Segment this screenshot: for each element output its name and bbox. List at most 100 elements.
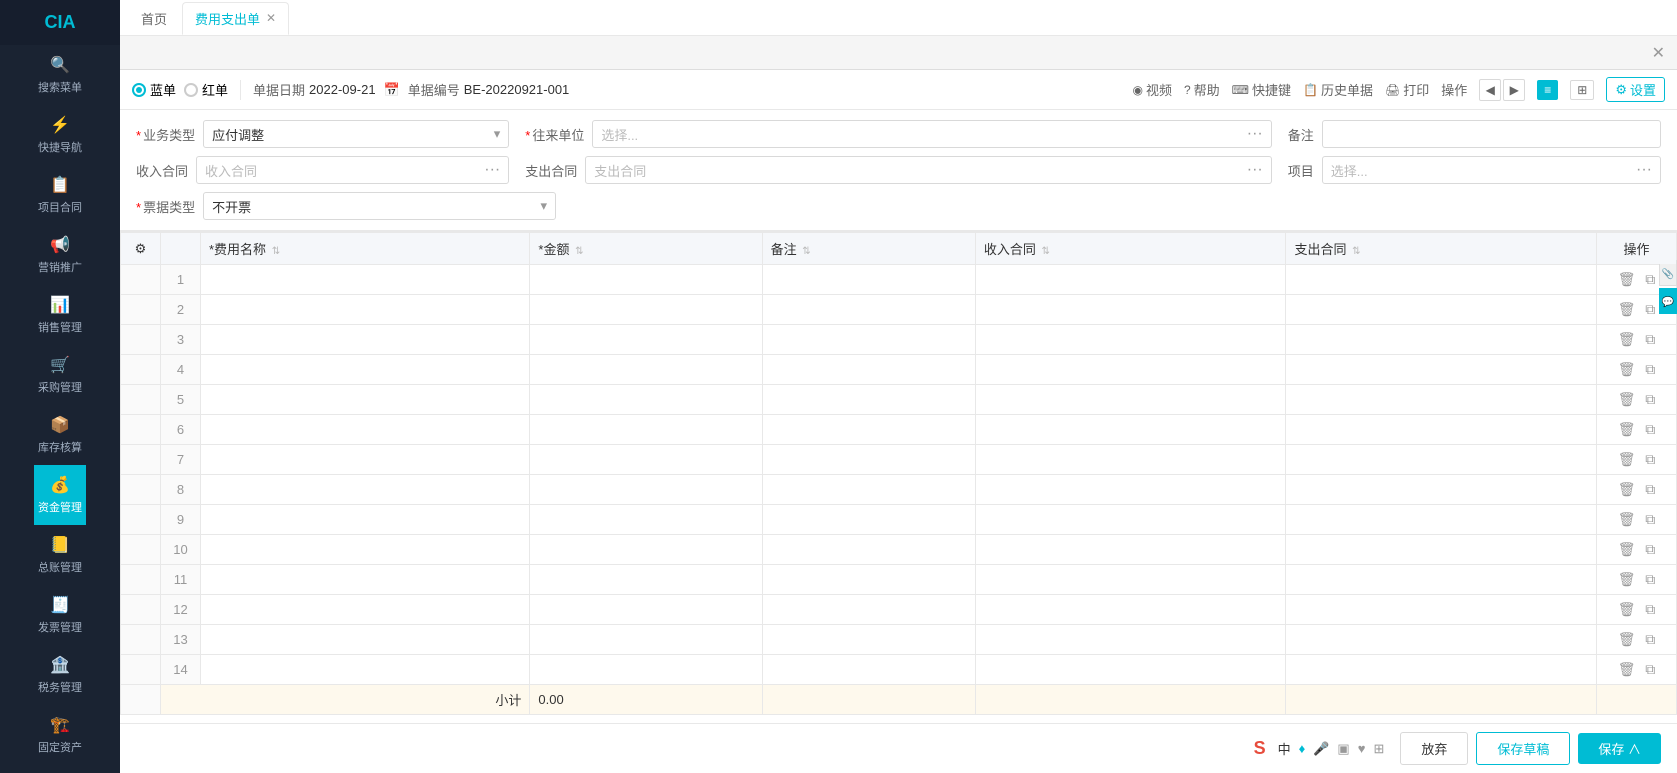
business-type-input[interactable]: 应付调整 ▾ <box>203 120 509 148</box>
copy-row-icon[interactable]: ⧉ <box>1645 421 1655 437</box>
sidebar-item-purchase-mgmt[interactable]: 🛒 采购管理 <box>34 345 86 405</box>
sidebar-item-invoice-mgmt[interactable]: 🧾 发票管理 <box>34 585 86 645</box>
remark-cell[interactable] <box>762 415 975 445</box>
copy-row-icon[interactable]: ⧉ <box>1645 481 1655 497</box>
income-contract-cell[interactable] <box>975 265 1286 295</box>
next-btn[interactable]: ▶ <box>1503 79 1525 101</box>
delete-row-icon[interactable]: 🗑 <box>1618 331 1636 347</box>
expense-name-cell[interactable] <box>201 475 530 505</box>
expense-name-cell[interactable] <box>201 565 530 595</box>
remark-cell[interactable] <box>762 265 975 295</box>
sidebar-item-tax-mgmt[interactable]: 🏦 税务管理 <box>34 645 86 705</box>
expense-contract-cell[interactable] <box>1286 265 1597 295</box>
sidebar-item-fund-mgmt[interactable]: 💰 资金管理 <box>34 465 86 525</box>
sidebar-item-project-contract[interactable]: 📋 项目合同 <box>34 165 86 225</box>
delete-row-icon[interactable]: 🗑 <box>1618 421 1636 437</box>
amount-cell[interactable] <box>530 475 762 505</box>
operations-btn[interactable]: 操作 <box>1441 80 1467 99</box>
sidebar-item-marketing[interactable]: 📢 营销推广 <box>34 225 86 285</box>
partner-input[interactable]: 选择... ··· <box>592 120 1271 148</box>
expense-name-cell[interactable] <box>201 265 530 295</box>
save-draft-button[interactable]: 保存草稿 <box>1476 732 1570 765</box>
income-contract-cell[interactable] <box>975 655 1286 685</box>
expense-name-cell[interactable] <box>201 655 530 685</box>
copy-row-icon[interactable]: ⧉ <box>1645 271 1655 287</box>
project-dots-icon[interactable]: ··· <box>1636 161 1652 179</box>
income-contract-cell[interactable] <box>975 565 1286 595</box>
copy-row-icon[interactable]: ⧉ <box>1645 301 1655 317</box>
chat-btn[interactable]: 💬 <box>1659 288 1677 314</box>
delete-row-icon[interactable]: 🗑 <box>1618 301 1636 317</box>
amount-cell[interactable] <box>530 325 762 355</box>
amount-cell[interactable] <box>530 595 762 625</box>
expense-contract-cell[interactable] <box>1286 655 1597 685</box>
copy-row-icon[interactable]: ⧉ <box>1645 601 1655 617</box>
list-view-btn[interactable]: ≡ <box>1537 80 1558 100</box>
expense-contract-cell[interactable] <box>1286 565 1597 595</box>
history-btn[interactable]: 📋 历史单据 <box>1303 80 1373 99</box>
save-button[interactable]: 保存 ∧ <box>1578 733 1661 764</box>
expense-name-cell[interactable] <box>201 595 530 625</box>
grid-view-btn[interactable]: ⊞ <box>1570 80 1594 100</box>
prev-btn[interactable]: ◀ <box>1479 79 1501 101</box>
income-contract-cell[interactable] <box>975 325 1286 355</box>
project-input[interactable]: 选择... ··· <box>1322 156 1661 184</box>
col-income-contract[interactable]: 收入合同 ⇅ <box>975 233 1286 265</box>
remark-cell[interactable] <box>762 535 975 565</box>
window-close-button[interactable]: ✕ <box>1652 43 1665 63</box>
expense-contract-cell[interactable] <box>1286 355 1597 385</box>
remark-cell[interactable] <box>762 325 975 355</box>
income-contract-cell[interactable] <box>975 295 1286 325</box>
amount-cell[interactable] <box>530 565 762 595</box>
amount-cell[interactable] <box>530 505 762 535</box>
col-settings[interactable]: ⚙ <box>121 233 161 265</box>
amount-cell[interactable] <box>530 535 762 565</box>
remark-cell[interactable] <box>762 295 975 325</box>
copy-row-icon[interactable]: ⧉ <box>1645 571 1655 587</box>
amount-cell[interactable] <box>530 445 762 475</box>
expense-name-cell[interactable] <box>201 505 530 535</box>
delete-row-icon[interactable]: 🗑 <box>1618 271 1636 287</box>
expense-name-cell[interactable] <box>201 415 530 445</box>
amount-cell[interactable] <box>530 655 762 685</box>
income-contract-cell[interactable] <box>975 535 1286 565</box>
expense-contract-cell[interactable] <box>1286 385 1597 415</box>
income-contract-cell[interactable] <box>975 625 1286 655</box>
copy-row-icon[interactable]: ⧉ <box>1645 391 1655 407</box>
expense-contract-cell[interactable] <box>1286 625 1597 655</box>
remark-cell[interactable] <box>762 475 975 505</box>
expense-contract-cell[interactable] <box>1286 415 1597 445</box>
invoice-type-input[interactable]: 不开票 ▾ <box>203 192 556 220</box>
sidebar-item-fixed-assets[interactable]: 🏗️ 固定资产 <box>34 705 86 765</box>
amount-cell[interactable] <box>530 265 762 295</box>
copy-row-icon[interactable]: ⧉ <box>1645 511 1655 527</box>
income-contract-cell[interactable] <box>975 385 1286 415</box>
income-dots-icon[interactable]: ··· <box>484 161 500 179</box>
copy-row-icon[interactable]: ⧉ <box>1645 631 1655 647</box>
income-contract-input[interactable]: 收入合同 ··· <box>196 156 509 184</box>
delete-row-icon[interactable]: 🗑 <box>1618 511 1636 527</box>
remark-cell[interactable] <box>762 385 975 415</box>
remark-cell[interactable] <box>762 595 975 625</box>
remark-cell[interactable] <box>762 445 975 475</box>
setting-button[interactable]: ⚙ 设置 <box>1606 77 1665 102</box>
delete-row-icon[interactable]: 🗑 <box>1618 451 1636 467</box>
amount-cell[interactable] <box>530 625 762 655</box>
delete-row-icon[interactable]: 🗑 <box>1618 601 1636 617</box>
copy-row-icon[interactable]: ⧉ <box>1645 451 1655 467</box>
expense-contract-cell[interactable] <box>1286 505 1597 535</box>
expense-name-cell[interactable] <box>201 385 530 415</box>
sidebar-item-sales-mgmt[interactable]: 📊 销售管理 <box>34 285 86 345</box>
delete-row-icon[interactable]: 🗑 <box>1618 361 1636 377</box>
expense-name-cell[interactable] <box>201 445 530 475</box>
delete-row-icon[interactable]: 🗑 <box>1618 391 1636 407</box>
remark-cell[interactable] <box>762 505 975 535</box>
remark-cell[interactable] <box>762 625 975 655</box>
expense-contract-cell[interactable] <box>1286 295 1597 325</box>
print-btn[interactable]: 🖨 打印 <box>1385 80 1429 99</box>
income-contract-cell[interactable] <box>975 355 1286 385</box>
expense-name-cell[interactable] <box>201 325 530 355</box>
delete-row-icon[interactable]: 🗑 <box>1618 541 1636 557</box>
amount-cell[interactable] <box>530 295 762 325</box>
copy-row-icon[interactable]: ⧉ <box>1645 361 1655 377</box>
